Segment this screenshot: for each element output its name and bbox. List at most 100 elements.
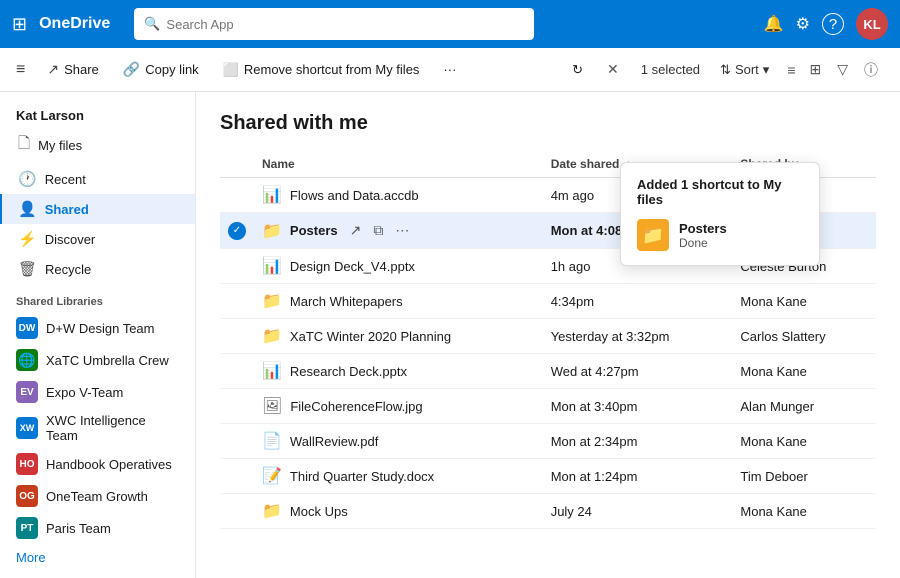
file-type-icon: 📊 [262, 256, 282, 276]
row-check-cell[interactable] [220, 354, 254, 389]
row-date-cell: Mon at 1:24pm [543, 459, 733, 494]
col-name[interactable]: Name [254, 151, 543, 178]
lib-label: D+W Design Team [46, 321, 155, 336]
file-type-icon: 📁 [262, 291, 282, 311]
file-name-text[interactable]: XaTC Winter 2020 Planning [290, 329, 451, 344]
page-title: Shared with me [220, 112, 876, 135]
file-name: 📁XaTC Winter 2020 Planning [262, 326, 535, 346]
sidebar-create[interactable]: Create new [0, 571, 195, 578]
close-selected-button[interactable]: ✕ [597, 57, 629, 82]
row-check-cell[interactable] [220, 424, 254, 459]
row-more-button[interactable]: ⋯ [391, 220, 413, 241]
copy-link-button[interactable]: 🔗 Copy link [113, 57, 209, 82]
row-shared-by-cell: Mona Kane [732, 284, 876, 319]
sidebar-lib-pt[interactable]: PT Paris Team [0, 512, 195, 544]
settings-icon[interactable]: ⚙ [796, 14, 810, 34]
file-name-text[interactable]: WallReview.pdf [290, 434, 378, 449]
recent-icon: 🕐 [18, 170, 37, 188]
row-copy-button[interactable]: ⧉ [369, 220, 387, 241]
row-check-cell[interactable] [220, 389, 254, 424]
sidebar-more[interactable]: More [0, 544, 195, 571]
file-name-text[interactable]: Third Quarter Study.docx [290, 469, 434, 484]
row-date-cell: Yesterday at 3:32pm [543, 319, 733, 354]
row-date-cell: July 24 [543, 494, 733, 529]
file-check[interactable]: ✓ [228, 222, 246, 240]
file-name-text[interactable]: March Whitepapers [290, 294, 403, 309]
refresh-button[interactable]: ↻ [562, 58, 593, 82]
lib-label: Paris Team [46, 521, 111, 536]
file-name-text[interactable]: Mock Ups [290, 504, 348, 519]
sidebar-lib-og[interactable]: OG OneTeam Growth [0, 480, 195, 512]
file-type-icon: 📊 [262, 185, 282, 205]
col-check [220, 151, 254, 178]
table-row[interactable]: 📊Research Deck.pptxWed at 4:27pmMona Kan… [220, 354, 876, 389]
table-row[interactable]: 📁Mock UpsJuly 24Mona Kane [220, 494, 876, 529]
remove-shortcut-button[interactable]: ⬜ Remove shortcut from My files [213, 58, 430, 82]
row-check-cell[interactable] [220, 494, 254, 529]
info-button[interactable]: ⓘ [858, 56, 884, 84]
file-name: 📝Third Quarter Study.docx [262, 466, 535, 486]
row-share-button[interactable]: ↗ [346, 220, 366, 241]
table-row[interactable]: 🖼FileCoherenceFlow.jpgMon at 3:40pmAlan … [220, 389, 876, 424]
copy-link-icon: 🔗 [123, 61, 140, 78]
sidebar-item-label: Discover [45, 232, 96, 247]
file-name-text[interactable]: Posters [290, 223, 338, 238]
bell-icon[interactable]: 🔔 [764, 14, 784, 34]
table-row[interactable]: 📁XaTC Winter 2020 Planning Yesterday at 3… [220, 319, 876, 354]
row-date-cell: Mon at 3:40pm [543, 389, 733, 424]
shortcut-popup: Added 1 shortcut to My files 📁 Posters D… [620, 162, 820, 266]
row-check-cell[interactable]: ✓ [220, 213, 254, 249]
sidebar-item-discover[interactable]: ⚡ Discover [0, 224, 195, 254]
table-row[interactable]: 📄WallReview.pdfMon at 2:34pmMona Kane [220, 424, 876, 459]
list-view-button[interactable]: ≡ [781, 58, 801, 82]
search-input[interactable] [166, 17, 524, 32]
refresh-icon: ↻ [572, 62, 583, 78]
sidebar-lib-ho[interactable]: HO Handbook Operatives [0, 448, 195, 480]
sidebar: Kat Larson 🗋 My files 🕐 Recent 👤 Shared … [0, 92, 196, 578]
row-name-cell: 📁Mock Ups [254, 494, 543, 529]
sidebar-item-label: Recycle [45, 262, 91, 277]
hamburger-icon[interactable]: ≡ [16, 61, 25, 79]
row-name-cell: 📝Third Quarter Study.docx [254, 459, 543, 494]
main: Kat Larson 🗋 My files 🕐 Recent 👤 Shared … [0, 92, 900, 578]
sidebar-lib-ev[interactable]: EV Expo V-Team [0, 376, 195, 408]
grid-view-button[interactable]: ⊞ [803, 57, 827, 82]
row-shared-by-cell: Alan Munger [732, 389, 876, 424]
sidebar-item-recent[interactable]: 🕐 Recent [0, 164, 195, 194]
file-name-text[interactable]: FileCoherenceFlow.jpg [290, 399, 422, 414]
recycle-icon: 🗑 [18, 260, 37, 278]
row-check-cell[interactable] [220, 284, 254, 319]
filter-button[interactable]: ▽ [831, 57, 854, 82]
file-name-text[interactable]: Research Deck.pptx [290, 364, 407, 379]
row-check-cell[interactable] [220, 178, 254, 213]
sidebar-lib-xwc[interactable]: XW XWC Intelligence Team [0, 408, 195, 448]
selected-badge: 1 selected [633, 58, 708, 81]
sidebar-lib-dw[interactable]: DW D+W Design Team [0, 312, 195, 344]
row-shared-by-cell: Tim Deboer [732, 459, 876, 494]
row-check-cell[interactable] [220, 459, 254, 494]
libraries-label: Shared Libraries [0, 284, 195, 312]
table-row[interactable]: 📝Third Quarter Study.docx Mon at 1:24pmTi… [220, 459, 876, 494]
file-name-text[interactable]: Design Deck_V4.pptx [290, 259, 415, 274]
avatar[interactable]: KL [856, 8, 888, 40]
sidebar-item-shared[interactable]: 👤 Shared [0, 194, 195, 224]
share-button[interactable]: ↗ Share [37, 57, 108, 82]
popup-item-info: Posters Done [679, 221, 727, 250]
row-shared-by-cell: Mona Kane [732, 354, 876, 389]
lib-icon-ev: EV [16, 381, 38, 403]
file-name-text[interactable]: Flows and Data.accdb [290, 188, 419, 203]
sidebar-user: Kat Larson [0, 100, 195, 127]
file-name: 📁Mock Ups [262, 501, 535, 521]
lib-icon-xwc: XW [16, 417, 38, 439]
app-grid-icon[interactable]: ⊞ [12, 14, 27, 35]
help-icon[interactable]: ? [822, 13, 844, 35]
sidebar-item-recycle[interactable]: 🗑 Recycle [0, 254, 195, 284]
row-check-cell[interactable] [220, 249, 254, 284]
row-check-cell[interactable] [220, 319, 254, 354]
sidebar-item-my-files[interactable]: 🗋 My files [0, 127, 195, 164]
shared-icon: 👤 [18, 200, 37, 218]
sidebar-lib-xa[interactable]: 🌐 XaTC Umbrella Crew [0, 344, 195, 376]
more-button[interactable]: ··· [433, 58, 466, 81]
sort-button[interactable]: ⇅ Sort ▾ [712, 58, 777, 82]
table-row[interactable]: 📁March Whitepapers4:34pmMona Kane [220, 284, 876, 319]
